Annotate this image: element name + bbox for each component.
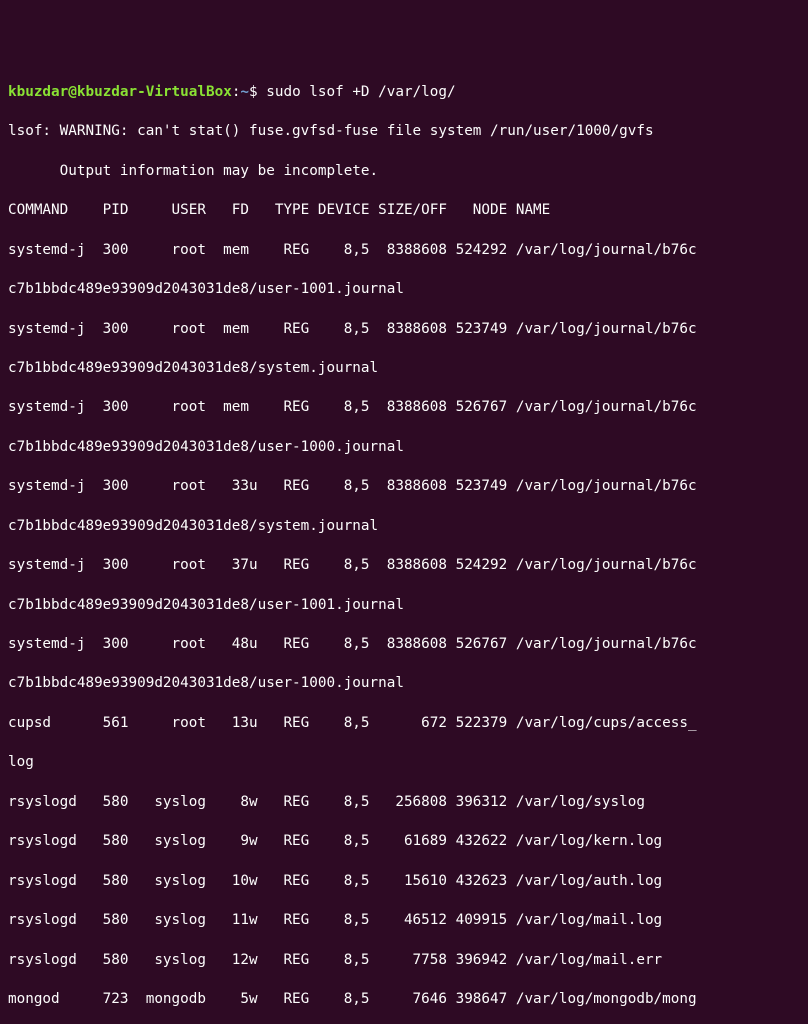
lsof-row: mongod 723 mongodb 5w REG 8,5 7646 39864… — [8, 990, 804, 1010]
lsof-row: systemd-j 300 root mem REG 8,5 8388608 5… — [8, 398, 804, 418]
lsof-row: rsyslogd 580 syslog 10w REG 8,5 15610 43… — [8, 872, 804, 892]
lsof-row: log — [8, 753, 804, 773]
lsof-row: rsyslogd 580 syslog 11w REG 8,5 46512 40… — [8, 911, 804, 931]
lsof-row: c7b1bbdc489e93909d2043031de8/user-1001.j… — [8, 280, 804, 300]
warning-line-1: lsof: WARNING: can't stat() fuse.gvfsd-f… — [8, 122, 804, 142]
lsof-row: c7b1bbdc489e93909d2043031de8/system.jour… — [8, 359, 804, 379]
lsof-header: COMMAND PID USER FD TYPE DEVICE SIZE/OFF… — [8, 201, 804, 221]
lsof-row: systemd-j 300 root 37u REG 8,5 8388608 5… — [8, 556, 804, 576]
lsof-row: systemd-j 300 root 33u REG 8,5 8388608 5… — [8, 477, 804, 497]
lsof-row: c7b1bbdc489e93909d2043031de8/user-1001.j… — [8, 596, 804, 616]
lsof-row: cupsd 561 root 13u REG 8,5 672 522379 /v… — [8, 714, 804, 734]
lsof-row: c7b1bbdc489e93909d2043031de8/user-1000.j… — [8, 438, 804, 458]
lsof-row: systemd-j 300 root 48u REG 8,5 8388608 5… — [8, 635, 804, 655]
lsof-row: rsyslogd 580 syslog 9w REG 8,5 61689 432… — [8, 832, 804, 852]
warning-line-2: Output information may be incomplete. — [8, 162, 804, 182]
prompt-host: kbuzdar-VirtualBox — [77, 84, 232, 100]
command-text: sudo lsof +D /var/log/ — [266, 84, 455, 100]
prompt-at: @ — [68, 84, 77, 100]
prompt-path: ~ — [240, 84, 249, 100]
lsof-row: rsyslogd 580 syslog 12w REG 8,5 7758 396… — [8, 951, 804, 971]
prompt-line[interactable]: kbuzdar@kbuzdar-VirtualBox:~$ sudo lsof … — [8, 83, 804, 103]
prompt-dollar: $ — [249, 84, 266, 100]
lsof-row: systemd-j 300 root mem REG 8,5 8388608 5… — [8, 320, 804, 340]
lsof-row: systemd-j 300 root mem REG 8,5 8388608 5… — [8, 241, 804, 261]
lsof-row: rsyslogd 580 syslog 8w REG 8,5 256808 39… — [8, 793, 804, 813]
prompt-user: kbuzdar — [8, 84, 68, 100]
lsof-row: c7b1bbdc489e93909d2043031de8/system.jour… — [8, 517, 804, 537]
lsof-row: c7b1bbdc489e93909d2043031de8/user-1000.j… — [8, 674, 804, 694]
